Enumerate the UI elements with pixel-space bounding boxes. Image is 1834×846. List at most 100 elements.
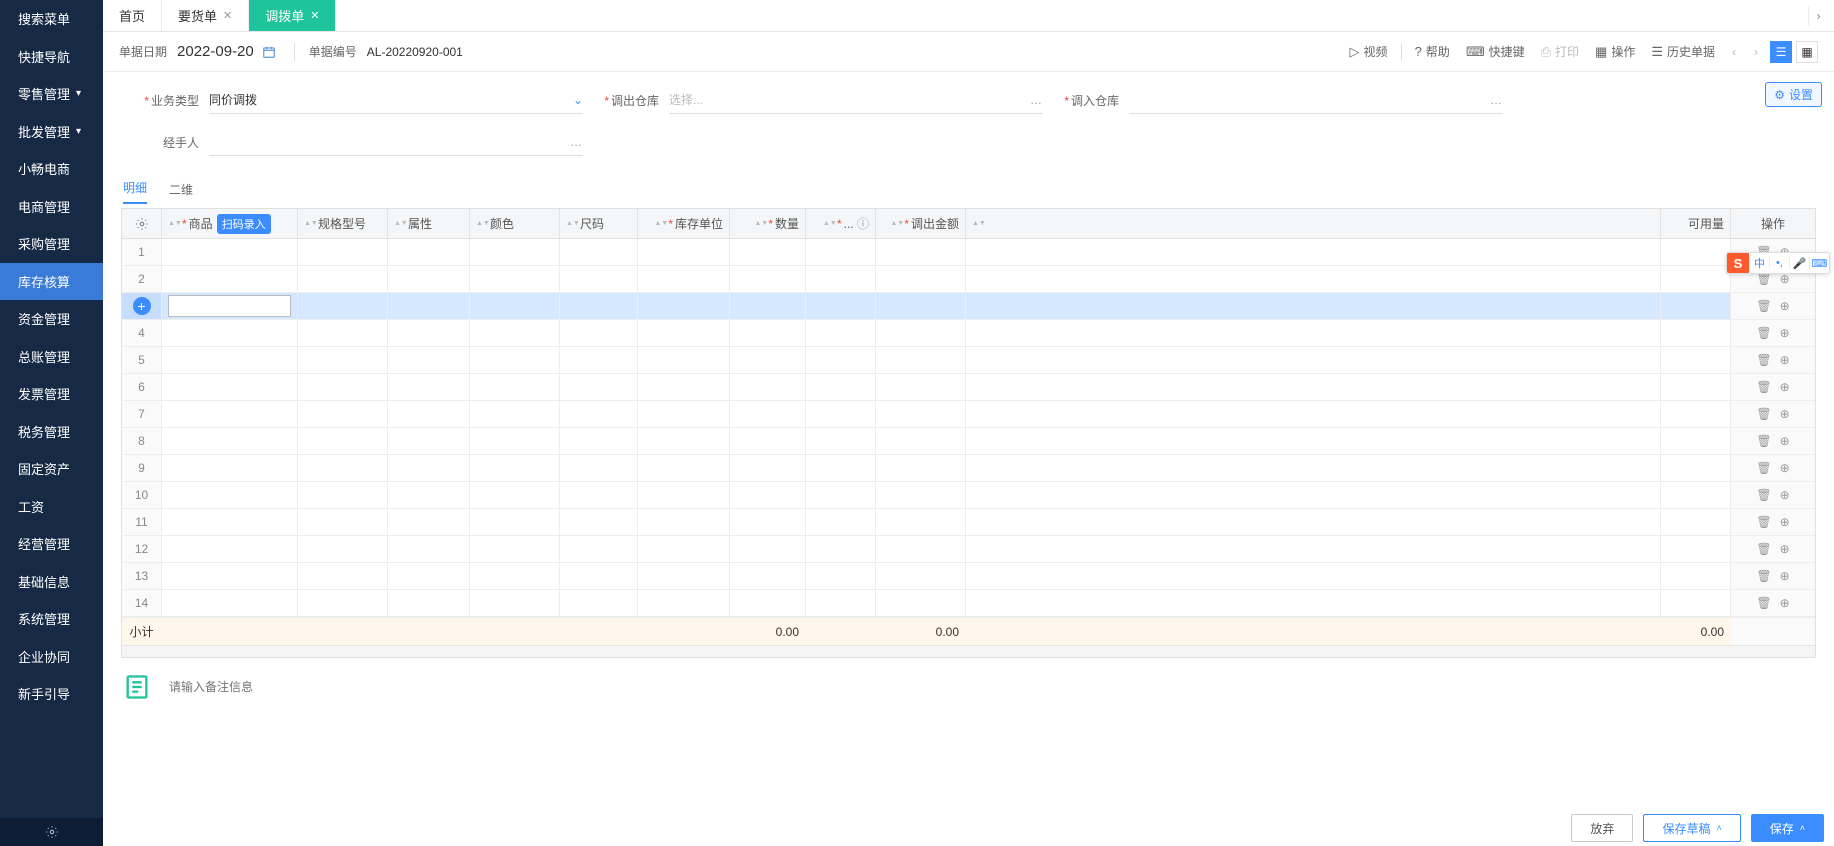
table-row[interactable]: 13🗑⊕ — [122, 563, 1815, 590]
cell-color[interactable] — [470, 401, 560, 427]
sidebar-item-basicinfo[interactable]: 基础信息 — [0, 563, 103, 601]
sidebar-item-search[interactable]: 搜索菜单 — [0, 0, 103, 38]
cell-spec[interactable] — [298, 401, 388, 427]
ime-punct-icon[interactable]: •, — [1769, 257, 1789, 269]
cell-avail[interactable] — [1661, 374, 1731, 400]
cell-unit[interactable] — [638, 455, 730, 481]
cell-outamt[interactable] — [876, 428, 966, 454]
table-row[interactable]: 14🗑⊕ — [122, 590, 1815, 617]
delete-row-icon[interactable]: 🗑 — [1756, 569, 1771, 583]
cell-blank[interactable] — [966, 239, 1661, 265]
cell-product[interactable] — [162, 590, 298, 616]
cell-unknown[interactable] — [806, 455, 876, 481]
cell-product[interactable] — [162, 266, 298, 292]
cell-size[interactable] — [560, 590, 638, 616]
cell-unknown[interactable] — [806, 266, 876, 292]
cell-unit[interactable] — [638, 401, 730, 427]
cell-qty[interactable] — [730, 428, 806, 454]
cell-unknown[interactable] — [806, 563, 876, 589]
th-attr[interactable]: ▲▼属性 — [388, 209, 470, 238]
sidebar-item-xiaochang[interactable]: 小畅电商 — [0, 150, 103, 188]
out-warehouse-select[interactable]: 选择... … — [669, 86, 1043, 114]
table-row[interactable]: 10🗑⊕ — [122, 482, 1815, 509]
cell-spec[interactable] — [298, 482, 388, 508]
cell-blank[interactable] — [966, 266, 1661, 292]
sidebar-item-collab[interactable]: 企业协同 — [0, 638, 103, 676]
info-icon[interactable]: ⓘ — [857, 215, 869, 232]
sidebar-item-funds[interactable]: 资金管理 — [0, 300, 103, 338]
cell-outamt[interactable] — [876, 482, 966, 508]
table-row[interactable]: 1🗑⊕ — [122, 239, 1815, 266]
cell-unit[interactable] — [638, 266, 730, 292]
th-blank[interactable]: ▲▼ — [966, 209, 1661, 238]
insert-row-icon[interactable]: ⊕ — [1780, 299, 1790, 313]
insert-row-icon[interactable]: ⊕ — [1780, 434, 1790, 448]
ime-mic-icon[interactable]: 🎤 — [1789, 257, 1809, 270]
cell-unit[interactable] — [638, 482, 730, 508]
cell-qty[interactable] — [730, 320, 806, 346]
cell-avail[interactable] — [1661, 563, 1731, 589]
cell-qty[interactable] — [730, 266, 806, 292]
cell-qty[interactable] — [730, 293, 806, 319]
sidebar-item-invoice[interactable]: 发票管理 — [0, 375, 103, 413]
toolbar-history-button[interactable]: ☰历史单据 — [1644, 40, 1722, 64]
cell-avail[interactable] — [1661, 401, 1731, 427]
cell-unit[interactable] — [638, 293, 730, 319]
cell-unknown[interactable] — [806, 347, 876, 373]
cell-avail[interactable] — [1661, 509, 1731, 535]
cell-color[interactable] — [470, 563, 560, 589]
cell-unknown[interactable] — [806, 536, 876, 562]
cell-qty[interactable] — [730, 509, 806, 535]
sidebar-item-ecommerce[interactable]: 电商管理 — [0, 188, 103, 226]
cell-qty[interactable] — [730, 401, 806, 427]
cell-size[interactable] — [560, 320, 638, 346]
insert-row-icon[interactable]: ⊕ — [1780, 488, 1790, 502]
cell-product[interactable] — [162, 536, 298, 562]
insert-row-icon[interactable]: ⊕ — [1780, 407, 1790, 421]
product-input[interactable] — [168, 295, 291, 317]
cell-unit[interactable] — [638, 428, 730, 454]
doc-date-value[interactable]: 2022-09-20 — [177, 43, 254, 60]
cell-attr[interactable] — [388, 590, 470, 616]
close-icon[interactable]: ✕ — [310, 9, 319, 22]
cell-attr[interactable] — [388, 536, 470, 562]
cell-avail[interactable] — [1661, 266, 1731, 292]
th-settings[interactable] — [122, 209, 162, 238]
cell-outamt[interactable] — [876, 293, 966, 319]
sidebar-item-operation[interactable]: 经营管理 — [0, 525, 103, 563]
cell-avail[interactable] — [1661, 428, 1731, 454]
delete-row-icon[interactable]: 🗑 — [1756, 272, 1771, 286]
remark-input[interactable] — [169, 680, 1814, 695]
cell-blank[interactable] — [966, 320, 1661, 346]
cell-outamt[interactable] — [876, 455, 966, 481]
calendar-icon[interactable] — [262, 45, 276, 59]
cell-outamt[interactable] — [876, 401, 966, 427]
save-draft-button[interactable]: 保存草稿˄ — [1643, 814, 1740, 842]
cell-attr[interactable] — [388, 455, 470, 481]
cell-outamt[interactable] — [876, 266, 966, 292]
ime-widget[interactable]: S 中 •, 🎤 ⌨ — [1726, 252, 1830, 274]
cell-unit[interactable] — [638, 374, 730, 400]
cell-qty[interactable] — [730, 347, 806, 373]
cell-color[interactable] — [470, 347, 560, 373]
cell-spec[interactable] — [298, 239, 388, 265]
insert-row-icon[interactable]: ⊕ — [1780, 380, 1790, 394]
cell-avail[interactable] — [1661, 347, 1731, 373]
cell-spec[interactable] — [298, 374, 388, 400]
cell-outamt[interactable] — [876, 563, 966, 589]
cell-unit[interactable] — [638, 509, 730, 535]
cell-outamt[interactable] — [876, 590, 966, 616]
cell-spec[interactable] — [298, 320, 388, 346]
save-button[interactable]: 保存˄ — [1751, 814, 1824, 842]
insert-row-icon[interactable]: ⊕ — [1780, 272, 1790, 286]
cell-outamt[interactable] — [876, 509, 966, 535]
cell-product[interactable] — [162, 347, 298, 373]
handler-select[interactable]: … — [209, 128, 583, 156]
sidebar-item-guide[interactable]: 新手引导 — [0, 675, 103, 713]
cell-product[interactable] — [162, 374, 298, 400]
cell-unit[interactable] — [638, 536, 730, 562]
cell-size[interactable] — [560, 401, 638, 427]
cell-qty[interactable] — [730, 455, 806, 481]
table-row[interactable]: 7🗑⊕ — [122, 401, 1815, 428]
cell-qty[interactable] — [730, 590, 806, 616]
